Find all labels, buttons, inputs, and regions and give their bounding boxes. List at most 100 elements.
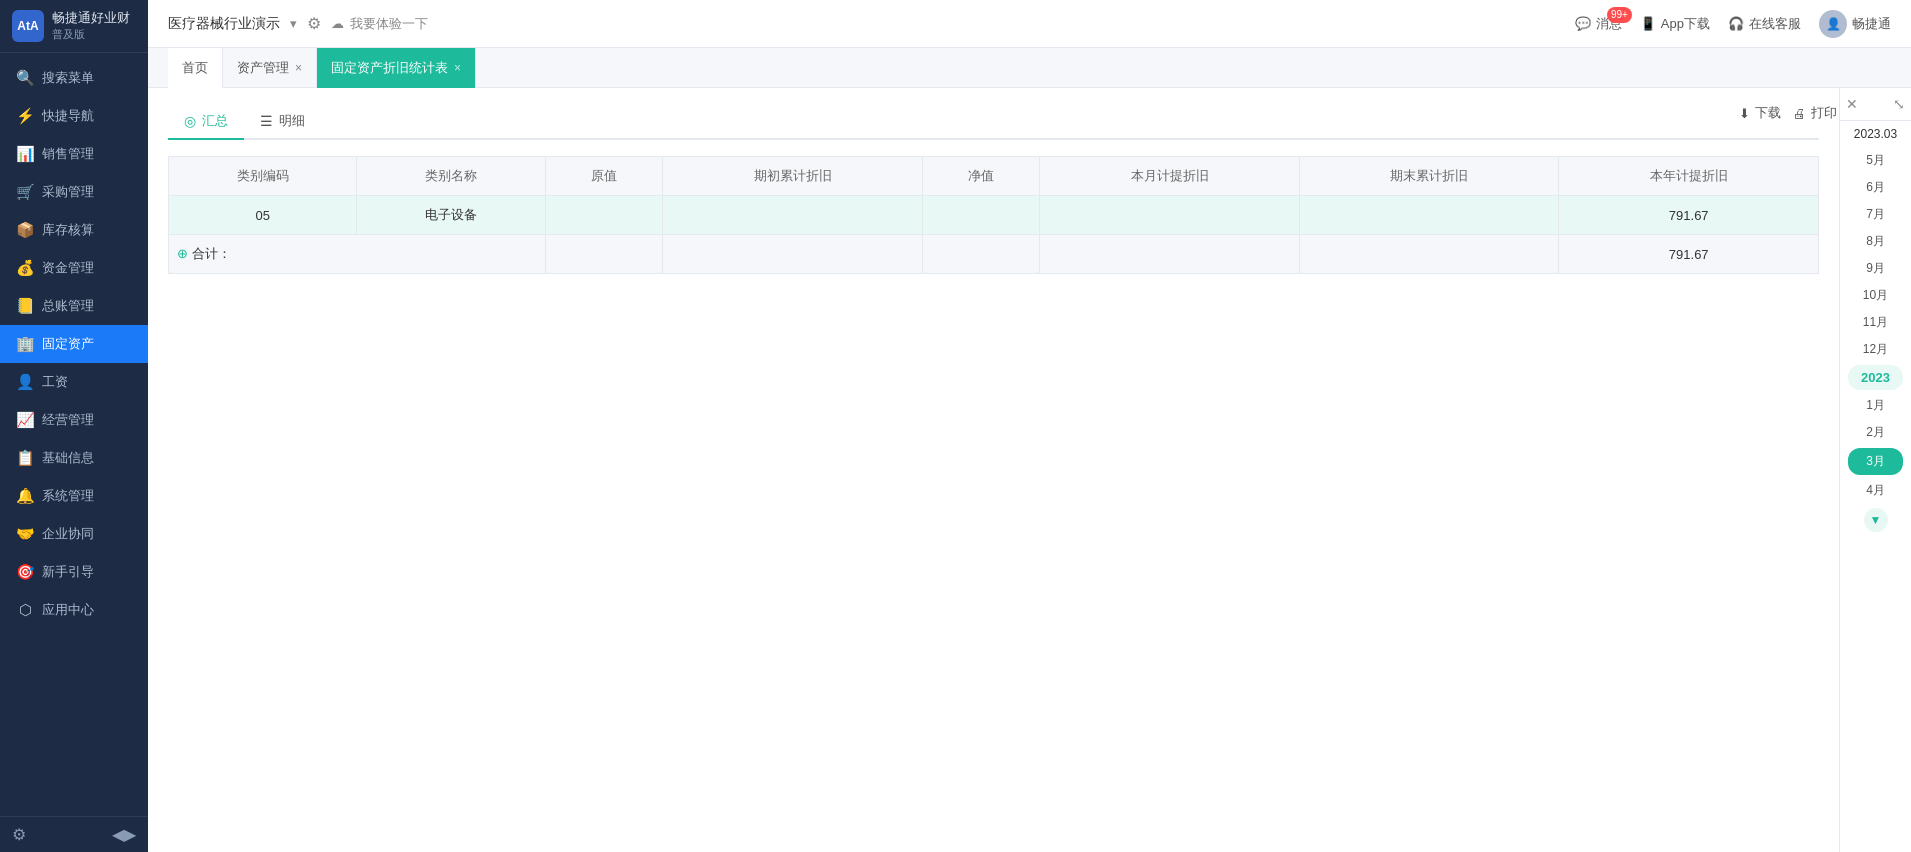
messages-btn[interactable]: 💬 消息 99+ (1575, 15, 1622, 33)
date-item-prev-9月[interactable]: 9月 (1840, 255, 1911, 282)
sidebar-item-inventory[interactable]: 📦 库存核算 (0, 211, 148, 249)
sidebar-label-search: 搜索菜单 (42, 69, 94, 87)
date-panel-header: ✕ ⤡ (1840, 88, 1911, 121)
total-initial (663, 235, 923, 274)
sidebar-item-system[interactable]: 🔔 系统管理 (0, 477, 148, 515)
sidebar-item-enterprise[interactable]: 🤝 企业协同 (0, 515, 148, 553)
date-item-prev-6月[interactable]: 6月 (1840, 174, 1911, 201)
settings-icon[interactable]: ⚙ (12, 825, 26, 844)
logo-icon: AtA (12, 10, 44, 42)
tab-depreciation-label: 固定资产折旧统计表 (331, 59, 448, 77)
subtab-summary[interactable]: ◎ 汇总 (168, 104, 244, 140)
page-main: ◎ 汇总 ☰ 明细 ⬇ 下载 🖨 打印 ↻ (148, 88, 1839, 852)
topbar: 医疗器械行业演示 ▾ ⚙ ☁ 我要体验一下 💬 消息 99+ 📱 App下载 🎧… (148, 0, 1911, 48)
date-panel-close-icon[interactable]: ✕ (1846, 96, 1858, 112)
sidebar-label-inventory: 库存核算 (42, 221, 94, 239)
tab-home-label: 首页 (182, 59, 208, 77)
date-item-2023-2月[interactable]: 2月 (1840, 419, 1911, 446)
total-monthly (1040, 235, 1300, 274)
col-monthly: 本月计提折旧 (1040, 157, 1300, 196)
sidebar-label-system: 系统管理 (42, 487, 94, 505)
user-btn[interactable]: 👤 畅捷通 (1819, 10, 1891, 38)
col-annual: 本年计提折旧 (1559, 157, 1819, 196)
sidebar-item-fixed_assets[interactable]: 🏢 固定资产 (0, 325, 148, 363)
cell-period-end (1299, 196, 1559, 235)
guide-icon: 🎯 (16, 563, 34, 581)
sidebar-item-app_center[interactable]: ⬡ 应用中心 (0, 591, 148, 629)
date-panel-title: 2023.03 (1840, 121, 1911, 143)
company-name: 医疗器械行业演示 (168, 15, 280, 33)
cell-code: 05 (169, 196, 357, 235)
sidebar-label-payroll: 工资 (42, 373, 68, 391)
date-nav-down[interactable]: ▼ (1864, 508, 1888, 532)
tab-asset-mgmt-close[interactable]: × (295, 61, 302, 75)
date-item-prev-8月[interactable]: 8月 (1840, 228, 1911, 255)
table-total-row: ⊕合计： 791.67 (169, 235, 1819, 274)
sidebar-label-finance: 资金管理 (42, 259, 94, 277)
cell-net (922, 196, 1039, 235)
tab-home[interactable]: 首页 (168, 48, 223, 88)
total-period-end (1299, 235, 1559, 274)
fixed_assets-icon: 🏢 (16, 335, 34, 353)
sidebar-item-guide[interactable]: 🎯 新手引导 (0, 553, 148, 591)
col-original: 原值 (545, 157, 662, 196)
col-code: 类别编码 (169, 157, 357, 196)
date-year-2023[interactable]: 2023 (1848, 365, 1903, 390)
sidebar-item-sales[interactable]: 📊 销售管理 (0, 135, 148, 173)
date-item-prev-10月[interactable]: 10月 (1840, 282, 1911, 309)
tab-depreciation-close[interactable]: × (454, 61, 461, 75)
app_center-icon: ⬡ (16, 601, 34, 619)
sidebar-item-payroll[interactable]: 👤 工资 (0, 363, 148, 401)
download-icon: ⬇ (1739, 106, 1750, 121)
sales-icon: 📊 (16, 145, 34, 163)
toolbar: ⬇ 下载 🖨 打印 ↻ 刷新 (1739, 104, 1839, 122)
sidebar-label-guide: 新手引导 (42, 563, 94, 581)
date-item-2023-3月[interactable]: 3月 (1848, 448, 1903, 475)
tabbar: 首页 资产管理 × 固定资产折旧统计表 × (148, 48, 1911, 88)
sidebar-item-basic_info[interactable]: 📋 基础信息 (0, 439, 148, 477)
tab-asset-mgmt[interactable]: 资产管理 × (223, 48, 317, 88)
date-item-prev-5月[interactable]: 5月 (1840, 147, 1911, 174)
date-panel-expand-icon[interactable]: ⤡ (1893, 96, 1905, 112)
sidebar-item-operations[interactable]: 📈 经营管理 (0, 401, 148, 439)
sidebar-item-search[interactable]: 🔍 搜索菜单 (0, 59, 148, 97)
sidebar-item-purchase[interactable]: 🛒 采购管理 (0, 173, 148, 211)
search-icon: 🔍 (16, 69, 34, 87)
sidebar-label-operations: 经营管理 (42, 411, 94, 429)
tab-depreciation[interactable]: 固定资产折旧统计表 × (317, 48, 476, 88)
date-item-2023-4月[interactable]: 4月 (1840, 477, 1911, 504)
sidebar-item-finance[interactable]: 💰 资金管理 (0, 249, 148, 287)
subtab-summary-label: 汇总 (202, 112, 228, 130)
sidebar-label-app_center: 应用中心 (42, 601, 94, 619)
date-item-prev-11月[interactable]: 11月 (1840, 309, 1911, 336)
app-download-btn[interactable]: 📱 App下载 (1640, 15, 1710, 33)
table-header-row: 类别编码 类别名称 原值 期初累计折旧 净值 本月计提折旧 期末累计折旧 本年计… (169, 157, 1819, 196)
ledger-icon: 📒 (16, 297, 34, 315)
company-dropdown-icon[interactable]: ▾ (290, 16, 297, 31)
online-service-btn[interactable]: 🎧 在线客服 (1728, 15, 1801, 33)
col-net-value: 净值 (922, 157, 1039, 196)
app-download-label: App下载 (1661, 15, 1710, 33)
cell-monthly (1040, 196, 1300, 235)
collapse-icon[interactable]: ◀▶ (112, 825, 136, 844)
download-btn[interactable]: ⬇ 下载 (1739, 104, 1781, 122)
experience-btn[interactable]: ☁ 我要体验一下 (331, 15, 428, 33)
enterprise-icon: 🤝 (16, 525, 34, 543)
print-icon: 🖨 (1793, 106, 1806, 121)
quick_nav-icon: ⚡ (16, 107, 34, 125)
date-items: 5月6月7月8月9月10月11月12月20231月2月3月4月 ▼ (1840, 143, 1911, 852)
system-icon: 🔔 (16, 487, 34, 505)
sidebar-label-enterprise: 企业协同 (42, 525, 94, 543)
date-item-prev-7月[interactable]: 7月 (1840, 201, 1911, 228)
sidebar-item-ledger[interactable]: 📒 总账管理 (0, 287, 148, 325)
col-name: 类别名称 (357, 157, 545, 196)
app-download-icon: 📱 (1640, 16, 1656, 31)
tab-asset-mgmt-label: 资产管理 (237, 59, 289, 77)
sidebar-label-purchase: 采购管理 (42, 183, 94, 201)
sidebar-item-quick_nav[interactable]: ⚡ 快捷导航 (0, 97, 148, 135)
topbar-settings-icon[interactable]: ⚙ (307, 14, 321, 33)
print-btn[interactable]: 🖨 打印 (1793, 104, 1837, 122)
date-item-prev-12月[interactable]: 12月 (1840, 336, 1911, 363)
date-item-2023-1月[interactable]: 1月 (1840, 392, 1911, 419)
subtab-detail[interactable]: ☰ 明细 (244, 104, 321, 140)
